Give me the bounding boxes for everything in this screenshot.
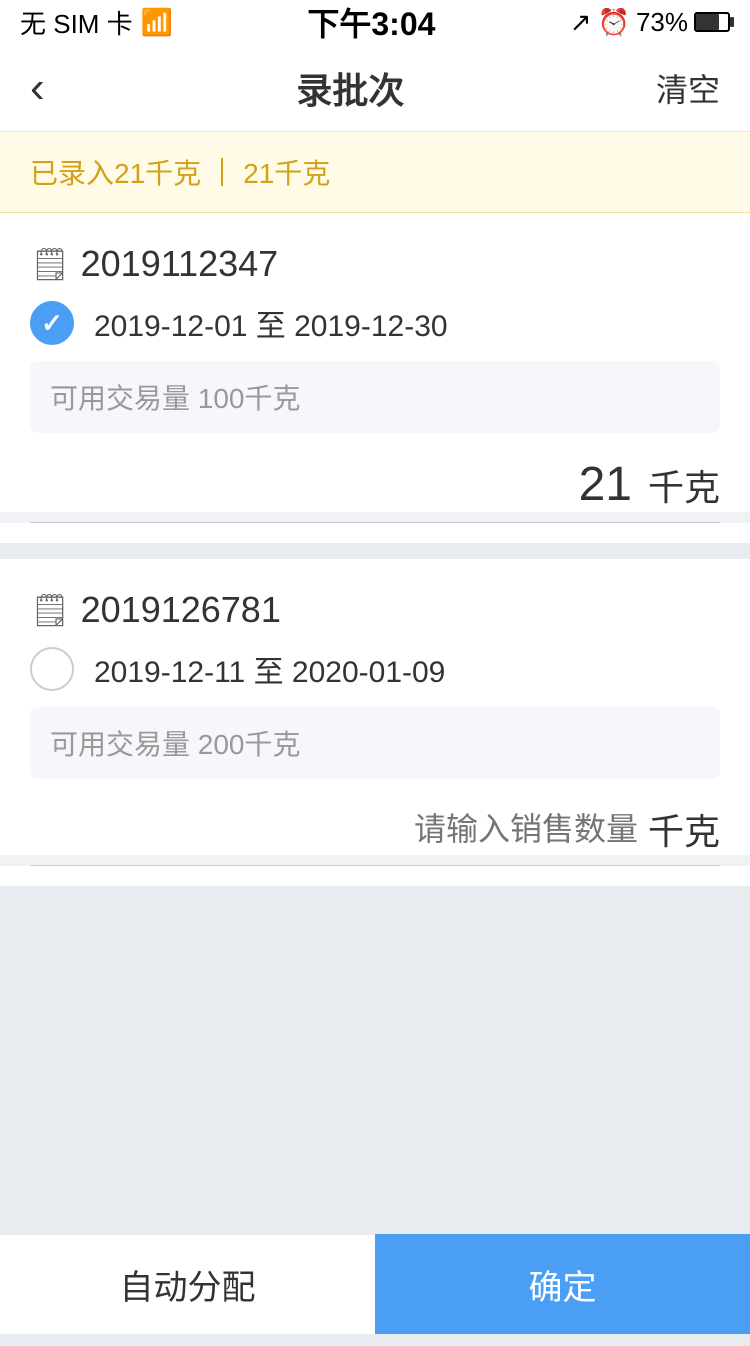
sim-signal-text: 无 SIM 卡 <box>20 4 133 41</box>
batch2-id: 2019126781 <box>81 589 281 631</box>
auto-distribute-button[interactable]: 自动分配 <box>0 1234 375 1334</box>
banner-divider <box>221 158 223 186</box>
wifi-icon: 📶 <box>141 7 173 38</box>
batch2-date: 2019-12-11 至 2020-01-09 <box>94 647 445 691</box>
batch2-header: 🗒 2019126781 <box>30 589 720 631</box>
batch2-volume-box: 可用交易量 200千克 <box>30 707 720 779</box>
batch2-unit: 千克 <box>648 803 720 855</box>
battery-icon <box>694 12 730 32</box>
batch2-radio[interactable] <box>30 647 74 691</box>
batch2-icon: 🗒 <box>30 591 71 629</box>
batch2-input-row: 千克 <box>0 779 750 855</box>
info-banner: 已录入21千克 21千克 <box>0 132 750 213</box>
batch1-date: 2019-12-01 至 2019-12-30 <box>94 301 448 345</box>
batch1-card: 🗒 2019112347 2019-12-01 至 2019-12-30 可用交… <box>0 213 750 433</box>
location-icon: ↗ <box>570 7 592 38</box>
status-time: 下午3:04 <box>307 0 435 45</box>
batch2-spacer <box>0 866 750 886</box>
nav-bar: ‹ 录批次 清空 <box>0 44 750 132</box>
section-divider <box>0 543 750 559</box>
recorded-amount: 已录入21千克 <box>30 152 201 192</box>
bottom-bar: 自动分配 确定 <box>0 1234 750 1334</box>
back-button[interactable]: ‹ <box>30 66 45 110</box>
status-left: 无 SIM 卡 📶 <box>20 4 173 41</box>
batch1-id: 2019112347 <box>81 243 279 285</box>
total-amount: 21千克 <box>243 152 330 192</box>
page-title: 录批次 <box>296 62 404 114</box>
batch2-date-row[interactable]: 2019-12-11 至 2020-01-09 <box>30 647 720 691</box>
batch1-volume-box: 可用交易量 100千克 <box>30 361 720 433</box>
battery-text: 73% <box>636 7 688 38</box>
batch1-quantity-row: 21 千克 <box>0 433 750 512</box>
batch1-header: 🗒 2019112347 <box>30 243 720 285</box>
status-bar: 无 SIM 卡 📶 下午3:04 ↗ ⏰ 73% <box>0 0 750 44</box>
batch2-card: 🗒 2019126781 2019-12-11 至 2020-01-09 可用交… <box>0 559 750 779</box>
batch1-spacer <box>0 523 750 543</box>
batch2-quantity-input[interactable] <box>30 811 638 848</box>
batch1-quantity-unit: 千克 <box>648 459 720 511</box>
status-right: ↗ ⏰ 73% <box>570 7 730 38</box>
batch1-volume: 可用交易量 100千克 <box>50 383 301 414</box>
confirm-button[interactable]: 确定 <box>375 1234 750 1334</box>
alarm-icon: ⏰ <box>598 7 630 38</box>
clear-button[interactable]: 清空 <box>656 65 720 111</box>
batch2-volume: 可用交易量 200千克 <box>50 729 301 760</box>
batch1-date-row[interactable]: 2019-12-01 至 2019-12-30 <box>30 301 720 345</box>
batch1-quantity-value: 21 <box>579 457 632 512</box>
batch1-radio[interactable] <box>30 301 74 345</box>
batch1-icon: 🗒 <box>30 245 71 283</box>
